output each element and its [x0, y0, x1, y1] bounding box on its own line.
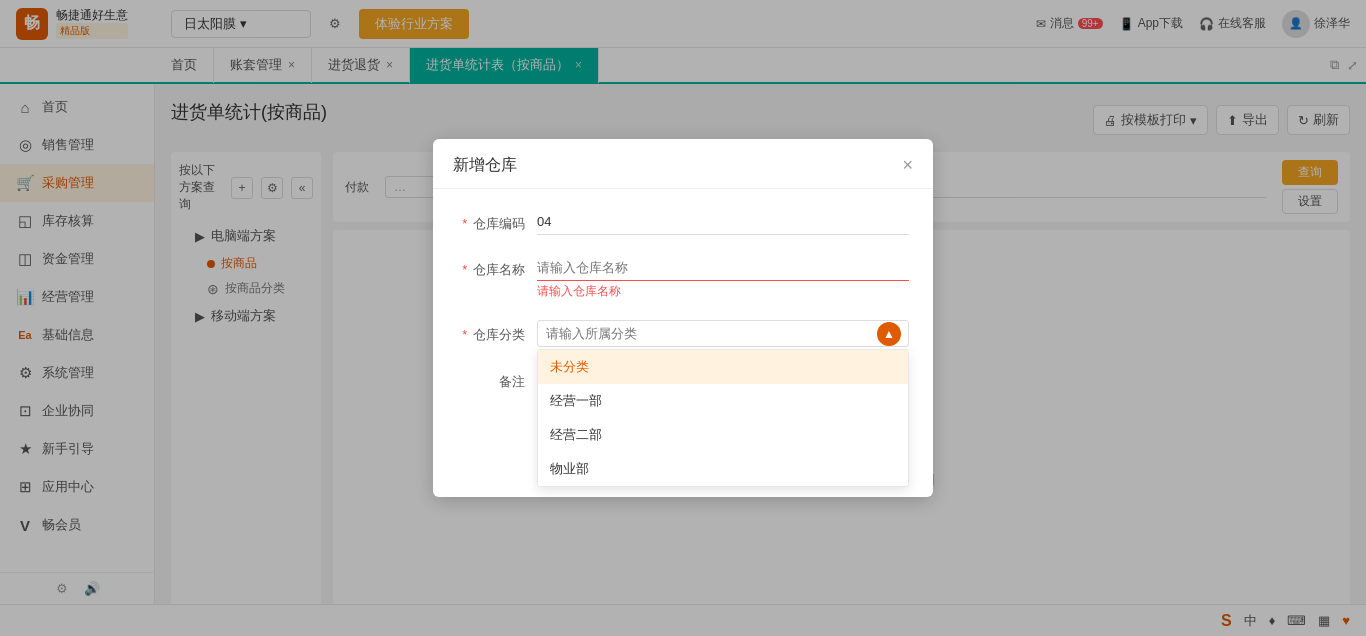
category-chevron-icon[interactable]: ▲ [877, 322, 901, 346]
form-row-name: * 仓库名称 请输入仓库名称 [457, 255, 909, 300]
remark-label: 备注 [457, 367, 537, 391]
code-label: * 仓库编码 [457, 209, 537, 233]
category-select-wrapper: ▲ 未分类 经营一部 经营二部 物业部 [537, 320, 909, 347]
modal-body: * 仓库编码 * 仓库名称 请输入仓库名称 * 仓库分类 [433, 189, 933, 433]
name-label: * 仓库名称 [457, 255, 537, 279]
modal-close-button[interactable]: × [902, 155, 913, 176]
add-warehouse-modal: 新增仓库 × * 仓库编码 * 仓库名称 请输入仓库名称 [433, 139, 933, 497]
form-row-code: * 仓库编码 [457, 209, 909, 235]
category-label: * 仓库分类 [457, 320, 537, 344]
warehouse-category-input[interactable] [537, 320, 909, 347]
name-error-msg: 请输入仓库名称 [537, 283, 909, 300]
warehouse-code-input[interactable] [537, 209, 909, 235]
category-dropdown: 未分类 经营一部 经营二部 物业部 [537, 349, 909, 487]
modal-header: 新增仓库 × [433, 139, 933, 189]
dropdown-item-op1[interactable]: 经营一部 [538, 384, 908, 418]
modal-title: 新增仓库 [453, 155, 517, 176]
form-row-category: * 仓库分类 ▲ 未分类 经营一部 经营二部 物业部 [457, 320, 909, 347]
dropdown-item-none[interactable]: 未分类 [538, 350, 908, 384]
warehouse-name-input[interactable] [537, 255, 909, 281]
dropdown-item-property[interactable]: 物业部 [538, 452, 908, 486]
dropdown-item-op2[interactable]: 经营二部 [538, 418, 908, 452]
